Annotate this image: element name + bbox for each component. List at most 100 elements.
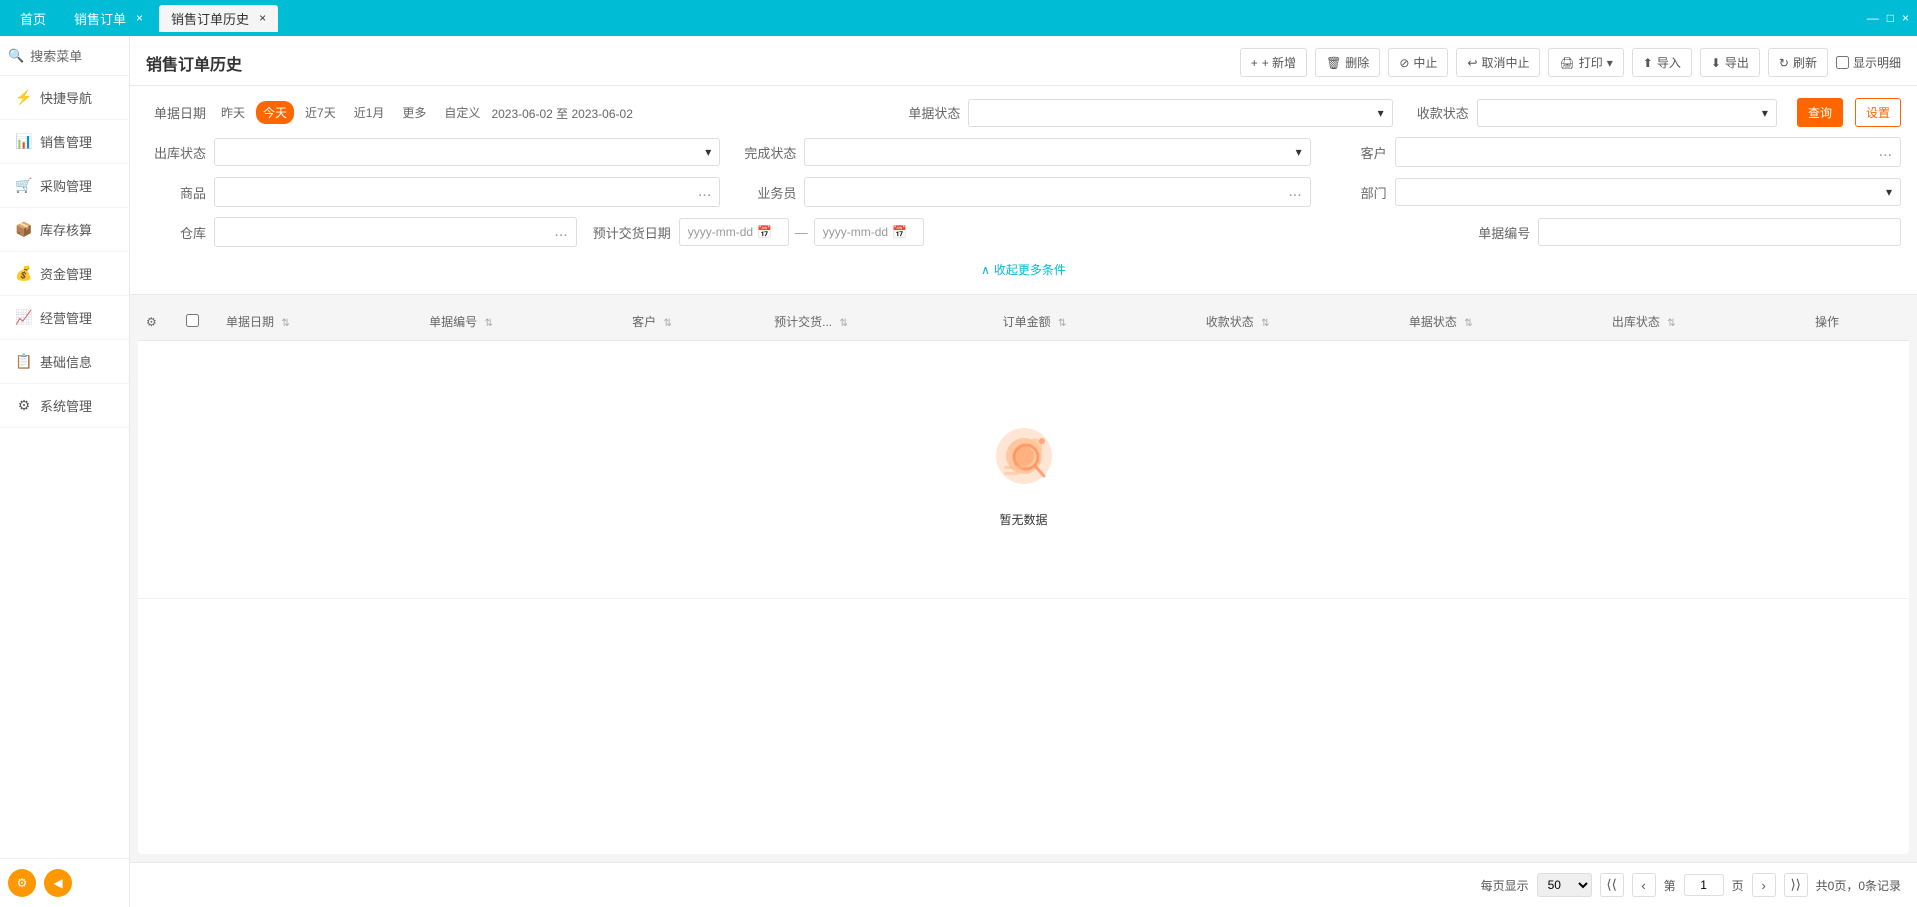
sort-no-icon[interactable]: ⇅ (484, 318, 492, 329)
select-all-checkbox[interactable] (186, 314, 199, 327)
set-btn[interactable]: 设置 (1855, 98, 1901, 127)
sidebar-settings-btn[interactable]: ⚙ (8, 869, 36, 897)
prev-page-btn[interactable]: ‹ (1632, 873, 1656, 897)
tab-home[interactable]: 首页 (8, 5, 58, 32)
date-7days-btn[interactable]: 近7天 (298, 101, 343, 124)
export-label: 导出 (1725, 54, 1749, 71)
order-no-input[interactable] (1538, 218, 1901, 246)
date-yesterday-btn[interactable]: 昨天 (214, 101, 252, 124)
page-input[interactable] (1684, 874, 1724, 896)
sort-order-status-icon[interactable]: ⇅ (1464, 318, 1472, 329)
delivery-date-from[interactable]: yyyy-mm-dd 📅 (679, 218, 789, 246)
set-btn-label: 设置 (1866, 104, 1890, 121)
export-btn[interactable]: ⬇ 导出 (1700, 48, 1760, 77)
topbar-max-btn[interactable]: × (1902, 11, 1909, 25)
order-status-select[interactable]: ▾ (968, 99, 1392, 127)
date-label: 单据日期 (146, 103, 206, 122)
col-actions-label: 操作 (1815, 315, 1839, 329)
stop-icon: ⊘ (1399, 56, 1409, 70)
sidebar-item-sys-mgmt[interactable]: ⚙ 系统管理 (0, 384, 129, 428)
date-today-btn[interactable]: 今天 (256, 101, 294, 124)
sidebar-item-inventory[interactable]: 📦 库存核算 (0, 208, 129, 252)
product-select[interactable]: ... (214, 177, 720, 207)
customer-select[interactable]: ... (1395, 137, 1901, 167)
filter-stock-status: 出库状态 ▾ (146, 138, 720, 166)
warehouse-select[interactable]: ... (214, 217, 577, 247)
col-date-label: 单据日期 (226, 315, 274, 329)
per-page-select[interactable]: 50 10 20 100 (1537, 873, 1592, 897)
pagination: 每页显示 50 10 20 100 ⟨⟨ ‹ 第 页 › ⟩⟩ 共0页，0条记录 (130, 862, 1917, 907)
delivery-date-to[interactable]: yyyy-mm-dd 📅 (814, 218, 924, 246)
dept-select[interactable]: ▾ (1395, 178, 1901, 206)
sort-customer-icon[interactable]: ⇅ (664, 318, 672, 329)
stock-status-select[interactable]: ▾ (214, 138, 720, 166)
sidebar-collapse-btn[interactable]: ◀ (44, 869, 72, 897)
search-icon: 🔍 (8, 48, 24, 64)
customer-label: 客户 (1327, 143, 1387, 162)
print-label: 打印 (1579, 54, 1603, 71)
order-status-label: 单据状态 (900, 103, 960, 122)
date-1month-btn[interactable]: 近1月 (347, 101, 392, 124)
refresh-btn[interactable]: ↻ 刷新 (1768, 48, 1828, 77)
tab-sales-history[interactable]: 销售订单历史 × (159, 5, 278, 32)
purchase-mgmt-icon: 🛒 (16, 178, 32, 194)
last-page-btn[interactable]: ⟩⟩ (1784, 873, 1808, 897)
sort-delivery-icon[interactable]: ⇅ (839, 318, 847, 329)
col-delivery: 预计交货... ⇅ (766, 303, 995, 341)
sidebar-item-quick-nav[interactable]: ⚡ 快捷导航 (0, 76, 129, 120)
sidebar-search[interactable]: 🔍 搜索菜单 (0, 36, 129, 76)
complete-status-select[interactable]: ▾ (804, 138, 1310, 166)
page-suffix: 页 (1732, 877, 1744, 894)
sort-payment-icon[interactable]: ⇅ (1261, 318, 1269, 329)
sort-date-icon[interactable]: ⇅ (281, 318, 289, 329)
sort-stock-icon[interactable]: ⇅ (1667, 318, 1675, 329)
tab-sales-order-close[interactable]: × (136, 11, 143, 25)
display-toggle[interactable]: 显示明细 (1836, 54, 1901, 71)
col-no-label: 单据编号 (429, 315, 477, 329)
complete-status-label: 完成状态 (736, 143, 796, 162)
sidebar-item-sales-mgmt[interactable]: 📊 销售管理 (0, 120, 129, 164)
data-table: ⚙ 单据日期 ⇅ 单据编号 ⇅ (138, 303, 1909, 599)
topbar-min-btn[interactable]: □ (1887, 11, 1894, 25)
first-page-btn[interactable]: ⟨⟨ (1600, 873, 1624, 897)
next-page-btn[interactable]: › (1752, 873, 1776, 897)
new-btn[interactable]: + + 新增 (1240, 48, 1307, 77)
filter-row-3: 商品 ... 业务员 ... 部门 (146, 177, 1901, 207)
collapse-btn[interactable]: ∧ 收起更多条件 (146, 257, 1901, 282)
cancel-stop-btn[interactable]: ↩ 取消中止 (1456, 48, 1540, 77)
date-custom-btn[interactable]: 自定义 (437, 101, 487, 124)
tab-sales-order[interactable]: 销售订单 × (62, 5, 155, 32)
warehouse-dots[interactable]: ... (554, 223, 567, 241)
date-more-btn[interactable]: 更多 (395, 101, 433, 124)
sidebar-search-label: 搜索菜单 (30, 46, 82, 65)
content-header: 销售订单历史 + + 新增 🗑 删除 ⊘ 中止 ↩ 取消中止 (130, 36, 1917, 86)
sort-amount-icon[interactable]: ⇅ (1058, 318, 1066, 329)
topbar-close-btn[interactable]: — (1867, 11, 1879, 25)
sidebar-item-purchase-mgmt[interactable]: 🛒 采购管理 (0, 164, 129, 208)
sidebar-item-finance[interactable]: 💰 资金管理 (0, 252, 129, 296)
settings-icon[interactable]: ⚙ (146, 315, 157, 329)
salesperson-dots[interactable]: ... (1288, 183, 1301, 201)
print-btn[interactable]: 🖨 打印 ▾ (1548, 48, 1623, 77)
customer-dots[interactable]: ... (1879, 143, 1892, 161)
product-dots[interactable]: ... (698, 183, 711, 201)
sidebar-item-base-info[interactable]: 📋 基础信息 (0, 340, 129, 384)
col-delivery-label: 预计交货... (774, 315, 832, 329)
stop-btn[interactable]: ⊘ 中止 (1388, 48, 1448, 77)
stock-status-dropdown-icon: ▾ (705, 145, 711, 159)
filter-order-status: 单据状态 ▾ (900, 99, 1392, 127)
top-bar: 首页 销售订单 × 销售订单历史 × — □ × (0, 0, 1917, 36)
filter-product: 商品 ... (146, 177, 720, 207)
display-checkbox[interactable] (1836, 56, 1849, 69)
sidebar: 🔍 搜索菜单 ⚡ 快捷导航 📊 销售管理 🛒 采购管理 📦 库存核算 💰 资金管… (0, 36, 130, 907)
payment-status-select[interactable]: ▾ (1477, 99, 1777, 127)
query-btn[interactable]: 查询 (1797, 98, 1843, 127)
delete-btn[interactable]: 🗑 删除 (1315, 48, 1380, 77)
tab-sales-history-close[interactable]: × (259, 11, 266, 25)
date-dash: — (795, 225, 808, 240)
col-order-status-label: 单据状态 (1409, 315, 1457, 329)
delete-label: 删除 (1345, 54, 1369, 71)
sidebar-item-operations[interactable]: 📈 经营管理 (0, 296, 129, 340)
import-btn[interactable]: ⬆ 导入 (1632, 48, 1692, 77)
salesperson-select[interactable]: ... (804, 177, 1310, 207)
